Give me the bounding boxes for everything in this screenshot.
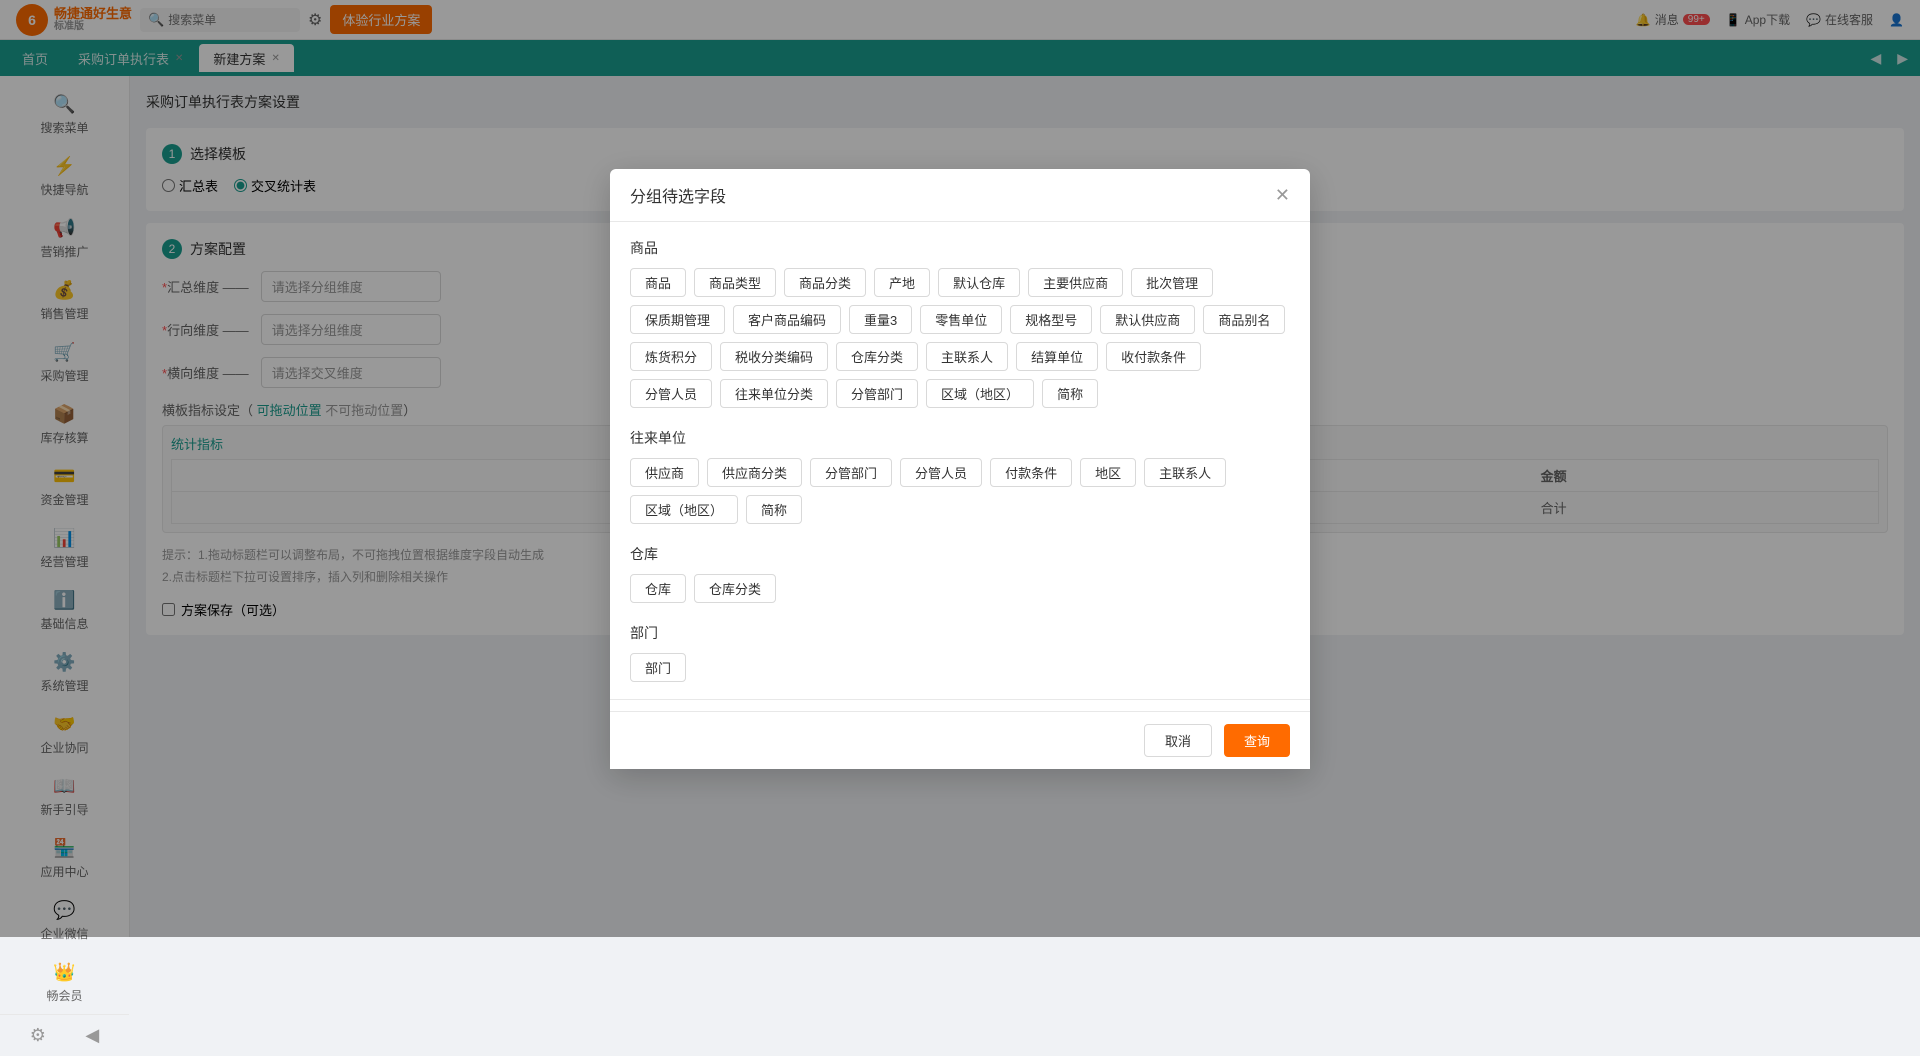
field-tag[interactable]: 炼货积分: [630, 342, 712, 371]
field-tag[interactable]: 商品类型: [694, 268, 776, 297]
field-tag[interactable]: 地区: [1080, 458, 1136, 487]
field-tag[interactable]: 产地: [874, 268, 930, 297]
field-tag[interactable]: 分管部门: [836, 379, 918, 408]
modal-footer: 取消 查询: [610, 711, 1310, 769]
modal-close-button[interactable]: ✕: [1275, 186, 1290, 204]
member-icon: 👑: [53, 962, 75, 983]
field-tag[interactable]: 主联系人: [926, 342, 1008, 371]
field-tag[interactable]: 重量3: [849, 305, 912, 334]
field-tag[interactable]: 主联系人: [1144, 458, 1226, 487]
field-tag[interactable]: 区域（地区）: [926, 379, 1034, 408]
field-tag[interactable]: 主要供应商: [1028, 268, 1123, 297]
field-tags-partner: 供应商 供应商分类 分管部门 分管人员 付款条件 地区 主联系人 区域（地区） …: [630, 458, 1290, 524]
field-tag[interactable]: 部门: [630, 653, 686, 682]
field-tag[interactable]: 供应商: [630, 458, 699, 487]
field-tag[interactable]: 客户商品编码: [733, 305, 841, 334]
field-tag[interactable]: 区域（地区）: [630, 495, 738, 524]
field-tags-dept: 部门: [630, 653, 1290, 682]
field-tag[interactable]: 保质期管理: [630, 305, 725, 334]
group-title-warehouse: 仓库: [630, 544, 1290, 564]
field-tag[interactable]: 分管人员: [900, 458, 982, 487]
cancel-button[interactable]: 取消: [1144, 724, 1212, 757]
field-tag[interactable]: 规格型号: [1010, 305, 1092, 334]
field-tag[interactable]: 分管部门: [810, 458, 892, 487]
modal-overlay: 分组待选字段 ✕ 商品 商品 商品类型 商品分类 产地 默认仓库 主要供应商 批…: [0, 0, 1920, 937]
field-tags-warehouse: 仓库 仓库分类: [630, 574, 1290, 603]
modal-hscrollbar[interactable]: [610, 699, 1310, 711]
field-tag[interactable]: 默认供应商: [1100, 305, 1195, 334]
sidebar-settings-btn[interactable]: ⚙: [30, 1025, 46, 1046]
group-title-dept: 部门: [630, 623, 1290, 643]
field-tag[interactable]: 商品: [630, 268, 686, 297]
field-tag[interactable]: 供应商分类: [707, 458, 802, 487]
field-tag[interactable]: 商品分类: [784, 268, 866, 297]
modal-title: 分组待选字段: [630, 183, 726, 207]
field-group-warehouse: 仓库 仓库 仓库分类: [630, 544, 1290, 603]
field-tag[interactable]: 税收分类编码: [720, 342, 828, 371]
field-tag[interactable]: 零售单位: [920, 305, 1002, 334]
field-tag[interactable]: 付款条件: [990, 458, 1072, 487]
field-tag[interactable]: 商品别名: [1203, 305, 1285, 334]
modal: 分组待选字段 ✕ 商品 商品 商品类型 商品分类 产地 默认仓库 主要供应商 批…: [610, 169, 1310, 769]
group-title-partner: 往来单位: [630, 428, 1290, 448]
field-tag[interactable]: 仓库: [630, 574, 686, 603]
field-tag[interactable]: 仓库分类: [836, 342, 918, 371]
group-title-goods: 商品: [630, 238, 1290, 258]
field-tag[interactable]: 分管人员: [630, 379, 712, 408]
sidebar-item-member[interactable]: 👑 畅会员: [0, 952, 129, 1014]
field-tag[interactable]: 批次管理: [1131, 268, 1213, 297]
modal-header: 分组待选字段 ✕: [610, 169, 1310, 222]
field-tags-goods: 商品 商品类型 商品分类 产地 默认仓库 主要供应商 批次管理 保质期管理 客户…: [630, 268, 1290, 408]
field-tag[interactable]: 默认仓库: [938, 268, 1020, 297]
sidebar-collapse-btn[interactable]: ◀: [85, 1025, 99, 1046]
confirm-button[interactable]: 查询: [1224, 724, 1290, 757]
field-group-partner: 往来单位 供应商 供应商分类 分管部门 分管人员 付款条件 地区 主联系人 区域…: [630, 428, 1290, 524]
modal-hscroll-inner: [610, 700, 1310, 711]
field-tag[interactable]: 收付款条件: [1106, 342, 1201, 371]
field-tag[interactable]: 仓库分类: [694, 574, 776, 603]
modal-body: 商品 商品 商品类型 商品分类 产地 默认仓库 主要供应商 批次管理 保质期管理…: [610, 222, 1310, 699]
field-tag[interactable]: 往来单位分类: [720, 379, 828, 408]
sidebar-label-member: 畅会员: [46, 987, 82, 1004]
field-tag[interactable]: 简称: [746, 495, 802, 524]
field-tag[interactable]: 结算单位: [1016, 342, 1098, 371]
field-tag[interactable]: 简称: [1042, 379, 1098, 408]
field-group-goods: 商品 商品 商品类型 商品分类 产地 默认仓库 主要供应商 批次管理 保质期管理…: [630, 238, 1290, 408]
field-group-dept: 部门 部门: [630, 623, 1290, 682]
sidebar-bottom: ⚙ ◀: [0, 1014, 129, 1056]
